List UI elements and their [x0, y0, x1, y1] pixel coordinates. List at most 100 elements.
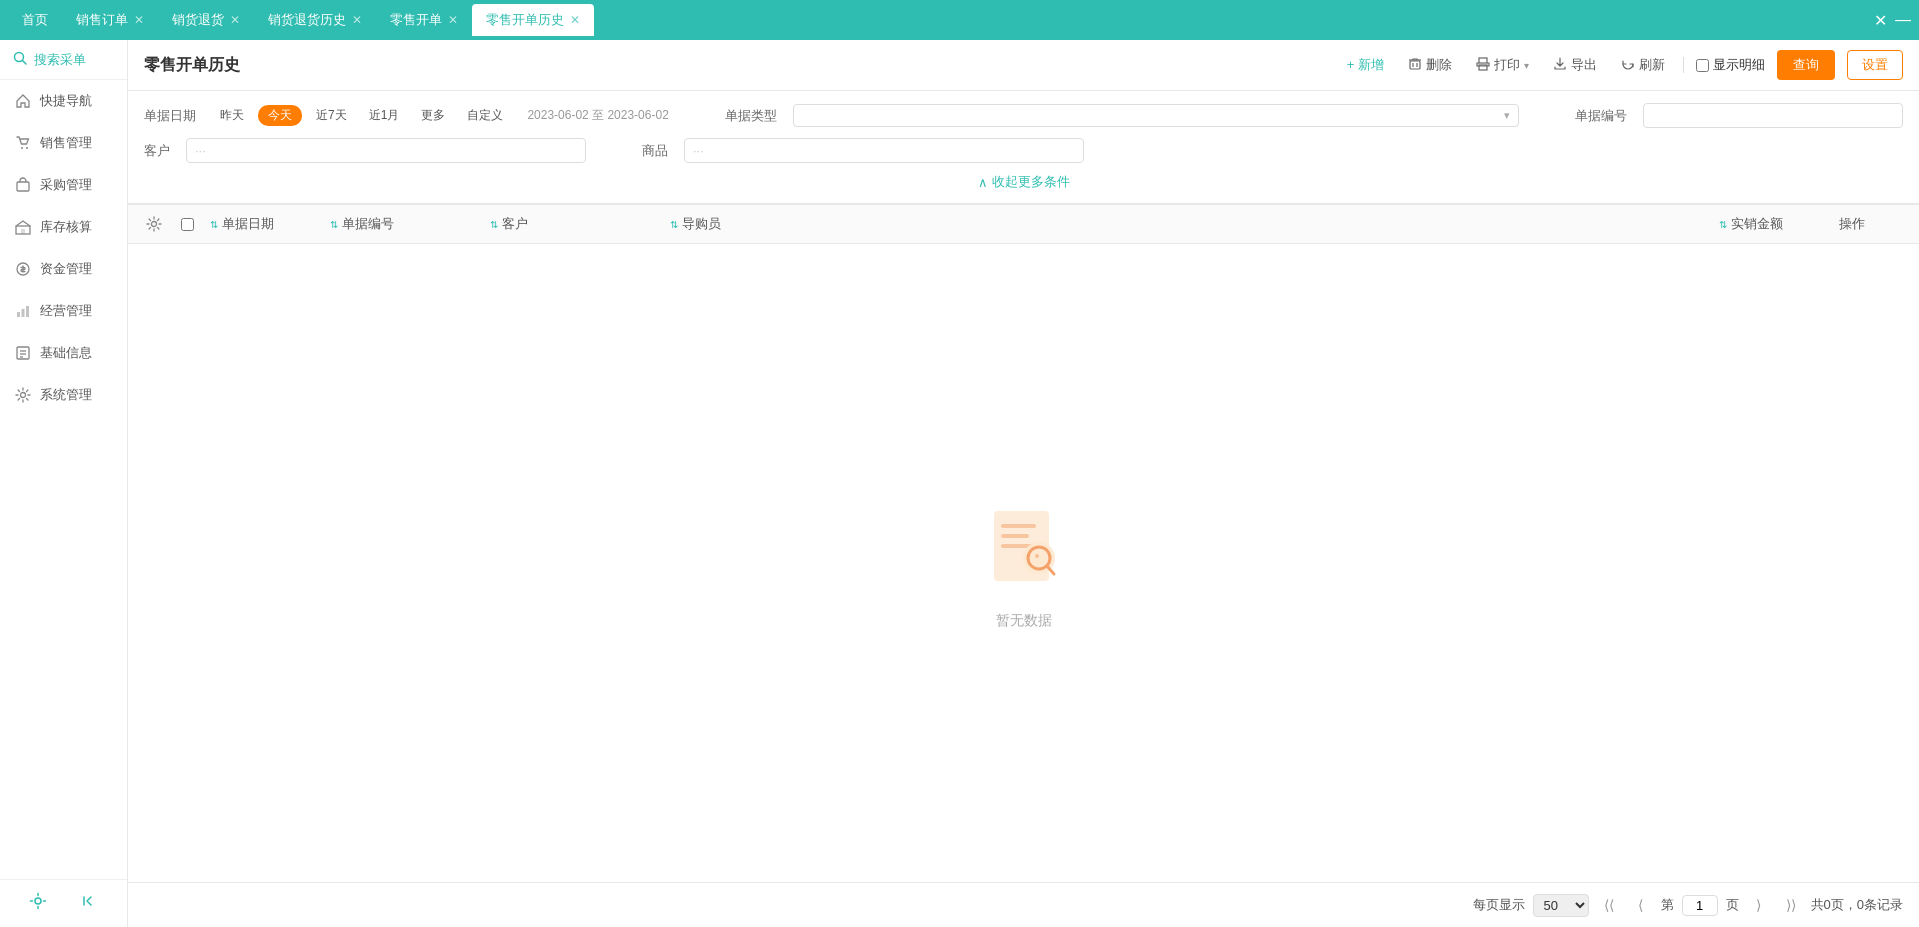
- toolbar: + 新增 删除 打印 ▾: [1341, 50, 1903, 80]
- date-today-btn[interactable]: 今天: [258, 105, 302, 126]
- refresh-button[interactable]: 刷新: [1615, 52, 1671, 78]
- export-icon: [1553, 57, 1567, 74]
- svg-rect-9: [22, 309, 25, 317]
- home-icon: [14, 92, 32, 110]
- delete-button[interactable]: 删除: [1402, 52, 1458, 78]
- tab-sales-return-close[interactable]: ✕: [230, 13, 240, 27]
- col-guide[interactable]: ⇅ 导购员: [662, 215, 782, 233]
- col-guide-label: 导购员: [682, 215, 721, 233]
- export-button-label: 导出: [1571, 56, 1597, 74]
- col-customer-label: 客户: [502, 215, 528, 233]
- doc-type-arrow: ▾: [1504, 109, 1510, 122]
- select-all-checkbox[interactable]: [181, 218, 194, 231]
- date-1month-btn[interactable]: 近1月: [361, 105, 408, 126]
- sidebar-item-operations[interactable]: 经营管理: [0, 290, 127, 332]
- col-customer[interactable]: ⇅ 客户: [482, 215, 662, 233]
- display-detail-input[interactable]: [1696, 59, 1709, 72]
- filter-row-1: 单据日期 昨天 今天 近7天 近1月 更多 自定义 2023-06-02 至 2…: [144, 103, 1903, 128]
- date-filter-label: 单据日期: [144, 107, 196, 125]
- customer-select[interactable]: ···: [186, 138, 586, 163]
- export-button[interactable]: 导出: [1547, 52, 1603, 78]
- refresh-icon: [1621, 57, 1635, 74]
- svg-rect-10: [26, 306, 29, 317]
- svg-rect-8: [17, 312, 20, 317]
- tab-retail-open[interactable]: 零售开单 ✕: [376, 4, 472, 36]
- tab-sales-order-label: 销售订单: [76, 11, 128, 29]
- svg-rect-22: [1479, 58, 1487, 63]
- svg-point-3: [26, 147, 28, 149]
- window-close-btn[interactable]: ✕: [1874, 11, 1887, 30]
- collapse-bar[interactable]: ∧ 收起更多条件: [144, 173, 1903, 191]
- new-button[interactable]: + 新增: [1341, 52, 1390, 78]
- sidebar-item-sales-mgmt[interactable]: 销售管理: [0, 122, 127, 164]
- tab-retail-open-history[interactable]: 零售开单历史 ✕: [472, 4, 594, 36]
- col-number[interactable]: ⇅ 单据编号: [322, 215, 482, 233]
- tab-bar: 首页 销售订单 ✕ 销货退货 ✕ 销货退货历史 ✕ 零售开单 ✕ 零售开单历史 …: [0, 0, 1919, 40]
- tab-home[interactable]: 首页: [8, 4, 62, 36]
- sidebar-item-sys-mgmt[interactable]: 系统管理: [0, 374, 127, 416]
- sidebar-item-base-info-label: 基础信息: [40, 344, 92, 362]
- page-prev-btn[interactable]: ⟨: [1629, 893, 1653, 917]
- sort-num-icon: ⇅: [330, 219, 338, 230]
- tab-retail-open-history-label: 零售开单历史: [486, 11, 564, 29]
- page-next-btn[interactable]: ⟩: [1747, 893, 1771, 917]
- goods-select[interactable]: ···: [684, 138, 1084, 163]
- col-number-label: 单据编号: [342, 215, 394, 233]
- date-more-btn[interactable]: 更多: [413, 105, 453, 126]
- svg-point-2: [21, 147, 23, 149]
- sort-guide-icon: ⇅: [670, 219, 678, 230]
- col-settings[interactable]: [136, 216, 172, 232]
- sidebar-item-sales-mgmt-label: 销售管理: [40, 134, 92, 152]
- setting-button[interactable]: 设置: [1847, 50, 1903, 80]
- doc-type-select[interactable]: ▾: [793, 104, 1519, 127]
- goods-placeholder: ···: [693, 143, 704, 158]
- date-yesterday-btn[interactable]: 昨天: [212, 105, 252, 126]
- tab-sales-return[interactable]: 销货退货 ✕: [158, 4, 254, 36]
- tab-sales-order[interactable]: 销售订单 ✕: [62, 4, 158, 36]
- collapse-icon: ∧: [978, 175, 988, 190]
- new-button-label: + 新增: [1347, 56, 1384, 74]
- tab-sales-order-close[interactable]: ✕: [134, 13, 144, 27]
- page-last-btn[interactable]: ⟩⟩: [1779, 893, 1803, 917]
- sidebar-item-finance[interactable]: 资金管理: [0, 248, 127, 290]
- sidebar-item-quick-nav[interactable]: 快捷导航: [0, 80, 127, 122]
- query-button[interactable]: 查询: [1777, 50, 1835, 80]
- window-min-btn[interactable]: —: [1895, 11, 1911, 29]
- col-operation-label: 操作: [1839, 215, 1865, 233]
- date-range-display: 2023-06-02 至 2023-06-02: [527, 107, 668, 124]
- page-first-btn[interactable]: ⟨⟨: [1597, 893, 1621, 917]
- tab-home-label: 首页: [22, 11, 48, 29]
- svg-rect-18: [1410, 61, 1420, 69]
- tab-sales-return-history-close[interactable]: ✕: [352, 13, 362, 27]
- display-detail-checkbox[interactable]: 显示明细: [1696, 56, 1765, 74]
- print-dropdown-icon[interactable]: ▾: [1524, 60, 1529, 71]
- sidebar-collapse-btn[interactable]: [80, 892, 98, 915]
- doc-num-input[interactable]: [1643, 103, 1903, 128]
- sidebar-item-purchase-mgmt-label: 采购管理: [40, 176, 92, 194]
- date-custom-btn[interactable]: 自定义: [459, 105, 511, 126]
- page-number-input[interactable]: [1682, 895, 1718, 916]
- collapse-label: 收起更多条件: [992, 173, 1070, 191]
- svg-rect-4: [17, 182, 29, 191]
- sidebar-item-inventory[interactable]: 库存核算: [0, 206, 127, 248]
- tab-retail-open-close[interactable]: ✕: [448, 13, 458, 27]
- tab-sales-return-label: 销货退货: [172, 11, 224, 29]
- tab-retail-open-history-close[interactable]: ✕: [570, 13, 580, 27]
- svg-point-16: [35, 898, 41, 904]
- filter-row-2: 客户 ··· 商品 ···: [144, 138, 1903, 163]
- sidebar-settings-btn[interactable]: [29, 892, 47, 915]
- date-7days-btn[interactable]: 近7天: [308, 105, 355, 126]
- tab-sales-return-history[interactable]: 销货退货历史 ✕: [254, 4, 376, 36]
- sidebar-item-base-info[interactable]: 基础信息: [0, 332, 127, 374]
- sidebar-search[interactable]: 搜索采单: [0, 40, 127, 80]
- page-size-select[interactable]: 50 100 200: [1533, 894, 1589, 917]
- sidebar-item-purchase-mgmt[interactable]: 采购管理: [0, 164, 127, 206]
- page-total: 共0页，0条记录: [1811, 896, 1903, 914]
- sidebar-item-inventory-label: 库存核算: [40, 218, 92, 236]
- col-checkbox[interactable]: [172, 218, 202, 231]
- col-date[interactable]: ⇅ 单据日期: [202, 215, 322, 233]
- cart-icon: [14, 134, 32, 152]
- main-layout: 搜索采单 快捷导航 销售管理 采购管理 库存核算: [0, 40, 1919, 927]
- print-button[interactable]: 打印 ▾: [1470, 52, 1535, 78]
- col-amount[interactable]: ⇅ 实销金额: [1711, 215, 1831, 233]
